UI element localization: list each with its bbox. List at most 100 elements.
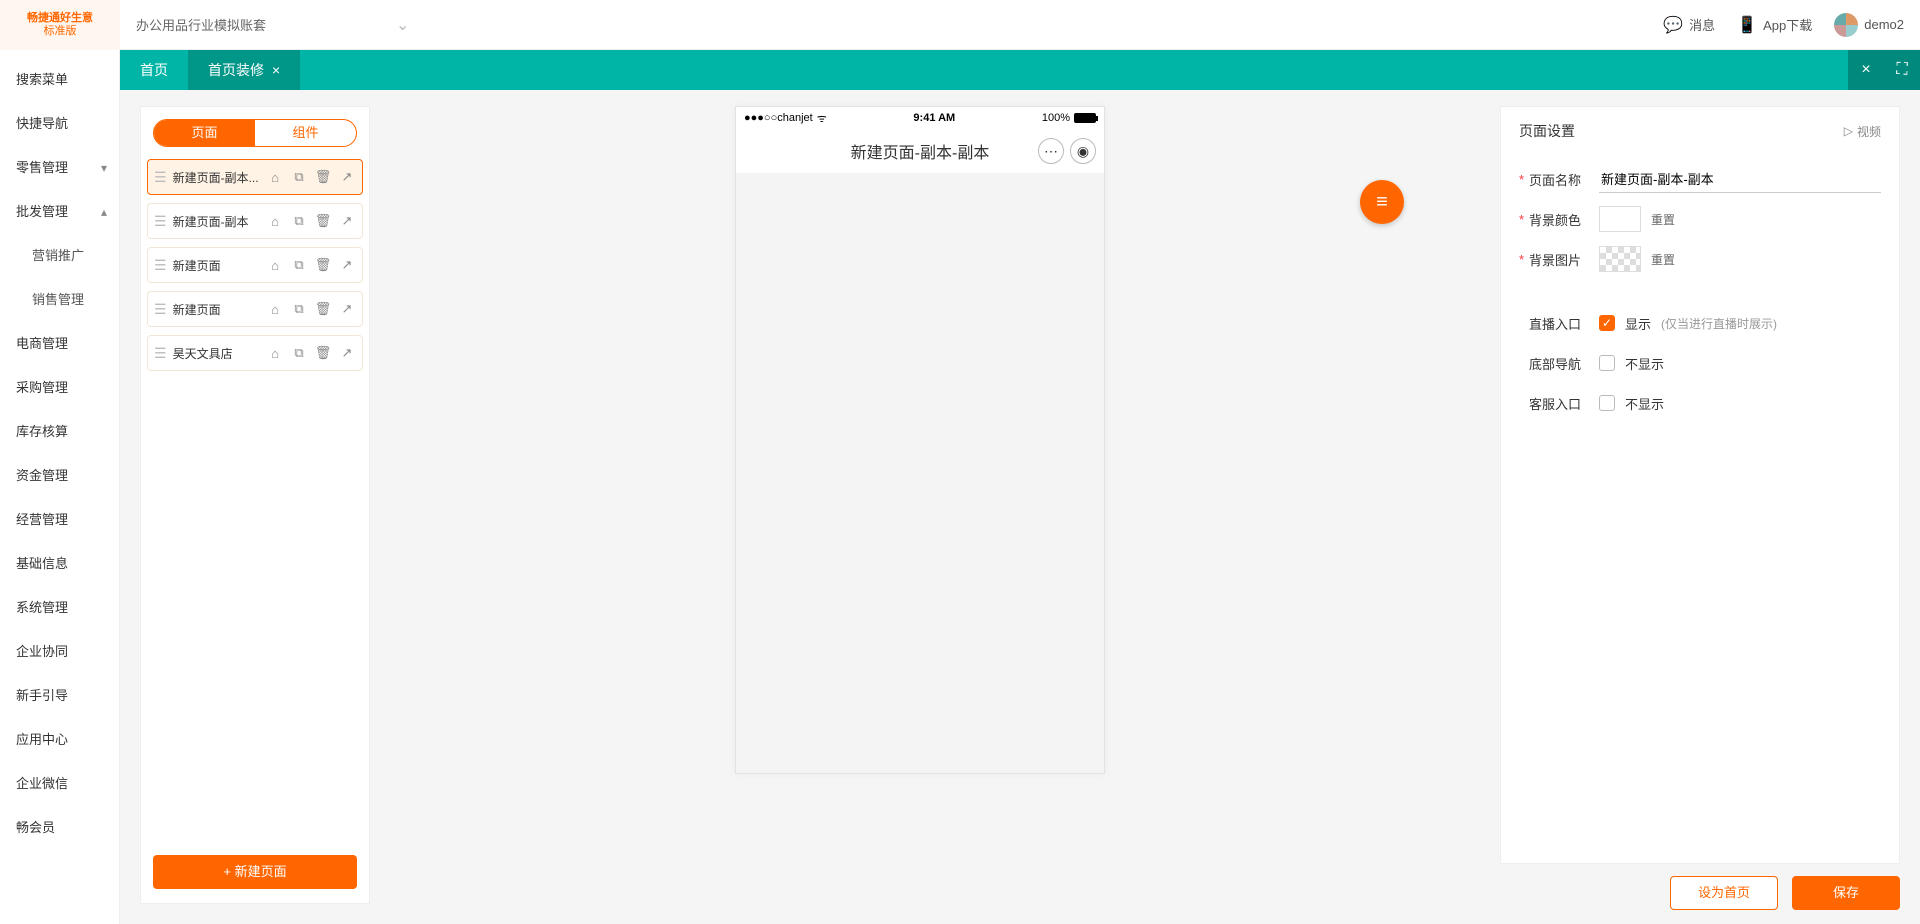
menu-item-label: 畅会员	[16, 820, 55, 835]
new-page-button[interactable]: + 新建页面	[153, 855, 357, 889]
chevron-icon: ▴	[101, 190, 107, 234]
bottom-nav-checkbox[interactable]	[1599, 355, 1615, 371]
menu-item[interactable]: 采购管理	[0, 366, 119, 410]
segment-component[interactable]: 组件	[255, 120, 356, 146]
menu-item[interactable]: 销售管理	[0, 278, 119, 322]
menu-item[interactable]: 零售管理▾	[0, 146, 119, 190]
share-icon[interactable]: ↗	[338, 345, 356, 361]
page-row[interactable]: ☰ 新建页面-副本... ⌂ ⧉ 🗑 ↗	[147, 159, 363, 195]
menu-item[interactable]: 企业协同	[0, 630, 119, 674]
menu-item[interactable]: 新手引导	[0, 674, 119, 718]
menu-item[interactable]: 企业微信	[0, 762, 119, 806]
live-entry-checkbox[interactable]: ✓	[1599, 315, 1615, 331]
page-row-name: 新建页面-副本	[173, 213, 260, 230]
play-icon: ▷	[1844, 124, 1853, 138]
phone-target-button[interactable]: ◉	[1070, 138, 1096, 164]
bg-image-reset[interactable]: 重置	[1651, 251, 1675, 268]
segment-page[interactable]: 页面	[154, 120, 255, 146]
tabstrip-fullscreen-button[interactable]: ⛶	[1884, 50, 1920, 90]
drag-icon[interactable]: ☰	[154, 301, 167, 318]
save-button[interactable]: 保存	[1792, 876, 1900, 910]
menu-item[interactable]: 批发管理▴	[0, 190, 119, 234]
phone-status-bar: ●●●○○ chanjet ᯤ 9:41 AM 100%	[736, 107, 1104, 129]
menu-item[interactable]: 系统管理	[0, 586, 119, 630]
menu-item[interactable]: 电商管理	[0, 322, 119, 366]
close-icon[interactable]: ×	[272, 62, 280, 78]
delete-icon[interactable]: 🗑	[314, 257, 332, 273]
workspace: 页面 组件 ☰新建页面-副本...⌂⧉🗑↗☰新建页面-副本⌂⧉🗑↗☰新建页面⌂⧉…	[120, 90, 1920, 924]
share-icon[interactable]: ↗	[338, 169, 356, 185]
tabstrip-close-button[interactable]: ×	[1848, 50, 1884, 90]
messages-button[interactable]: 💬 消息	[1663, 15, 1715, 35]
delete-icon[interactable]: 🗑	[314, 169, 332, 185]
footer-actions: 设为首页 保存	[1670, 876, 1900, 910]
home-icon[interactable]: ⌂	[266, 346, 284, 361]
user-menu[interactable]: demo2	[1834, 13, 1904, 37]
live-entry-label: 直播入口	[1519, 314, 1599, 333]
page-list: ☰新建页面-副本...⌂⧉🗑↗☰新建页面-副本⌂⧉🗑↗☰新建页面⌂⧉🗑↗☰新建页…	[141, 159, 369, 845]
page-row[interactable]: ☰新建页面⌂⧉🗑↗	[147, 247, 363, 283]
menu-item[interactable]: 库存核算	[0, 410, 119, 454]
phone-more-button[interactable]: ⋯	[1038, 138, 1064, 164]
page-row[interactable]: ☰ 新建页面-副本 ⌂ ⧉ 🗑 ↗	[147, 203, 363, 239]
phone-icon: 📱	[1737, 15, 1757, 35]
delete-icon[interactable]: 🗑	[314, 345, 332, 361]
copy-icon[interactable]: ⧉	[290, 257, 308, 273]
bg-image-swatch[interactable]	[1599, 246, 1641, 272]
page-row-name: 新建页面-副本...	[173, 169, 260, 186]
tab-home-label: 首页	[140, 60, 168, 80]
bg-color-swatch[interactable]	[1599, 206, 1641, 232]
tab-home[interactable]: 首页	[120, 50, 188, 90]
video-help-link[interactable]: ▷ 视频	[1844, 123, 1881, 140]
share-icon[interactable]: ↗	[338, 301, 356, 317]
home-icon[interactable]: ⌂	[266, 258, 284, 273]
battery-icon	[1074, 113, 1096, 123]
bg-color-reset[interactable]: 重置	[1651, 211, 1675, 228]
copy-icon[interactable]: ⧉	[290, 213, 308, 229]
chat-icon: 💬	[1663, 15, 1683, 35]
delete-icon[interactable]: 🗑	[314, 213, 332, 229]
battery-label: 100%	[1042, 112, 1070, 124]
brand-line1: 畅捷通好生意	[27, 12, 93, 24]
menu-item[interactable]: 营销推广	[0, 234, 119, 278]
drag-icon[interactable]: ☰	[154, 257, 167, 274]
drag-icon[interactable]: ☰	[154, 169, 167, 186]
menu-item[interactable]: 搜索菜单	[0, 58, 119, 102]
top-bar: 畅捷通好生意 标准版 办公用品行业模拟账套 ⌄ 💬 消息 📱 App下载 dem…	[0, 0, 1920, 50]
user-name: demo2	[1864, 17, 1904, 32]
drag-icon[interactable]: ☰	[154, 345, 167, 362]
signal-icon: ●●●○○	[744, 112, 777, 124]
copy-icon[interactable]: ⧉	[290, 301, 308, 317]
tab-page-decor[interactable]: 首页装修 ×	[188, 50, 300, 90]
components-fab[interactable]: ≡	[1360, 180, 1404, 224]
menu-item[interactable]: 资金管理	[0, 454, 119, 498]
pages-panel: 页面 组件 ☰新建页面-副本...⌂⧉🗑↗☰新建页面-副本⌂⧉🗑↗☰新建页面⌂⧉…	[140, 106, 370, 904]
menu-item[interactable]: 应用中心	[0, 718, 119, 762]
service-entry-checkbox[interactable]	[1599, 395, 1615, 411]
menu-item[interactable]: 基础信息	[0, 542, 119, 586]
home-icon[interactable]: ⌂	[266, 170, 284, 185]
phone-canvas[interactable]	[736, 173, 1104, 773]
home-icon[interactable]: ⌂	[266, 302, 284, 317]
delete-icon[interactable]: 🗑	[314, 301, 332, 317]
drag-icon[interactable]: ☰	[154, 213, 167, 230]
app-download-button[interactable]: 📱 App下载	[1737, 15, 1812, 35]
page-name-input[interactable]	[1599, 165, 1881, 193]
copy-icon[interactable]: ⧉	[290, 169, 308, 185]
menu-item[interactable]: 畅会员	[0, 806, 119, 850]
page-row[interactable]: ☰昊天文具店⌂⧉🗑↗	[147, 335, 363, 371]
set-home-button[interactable]: 设为首页	[1670, 876, 1778, 910]
share-icon[interactable]: ↗	[338, 213, 356, 229]
copy-icon[interactable]: ⧉	[290, 345, 308, 361]
menu-item[interactable]: 经营管理	[0, 498, 119, 542]
new-page-label: + 新建页面	[223, 864, 286, 879]
home-icon[interactable]: ⌂	[266, 214, 284, 229]
page-name-label: 页面名称	[1519, 170, 1599, 189]
menu-item-label: 企业协同	[16, 644, 68, 659]
share-icon[interactable]: ↗	[338, 257, 356, 273]
wifi-icon: ᯤ	[817, 111, 827, 126]
segment-component-label: 组件	[292, 125, 318, 140]
menu-item[interactable]: 快捷导航	[0, 102, 119, 146]
page-row[interactable]: ☰新建页面⌂⧉🗑↗	[147, 291, 363, 327]
company-selector[interactable]: 办公用品行业模拟账套 ⌄	[136, 15, 409, 35]
